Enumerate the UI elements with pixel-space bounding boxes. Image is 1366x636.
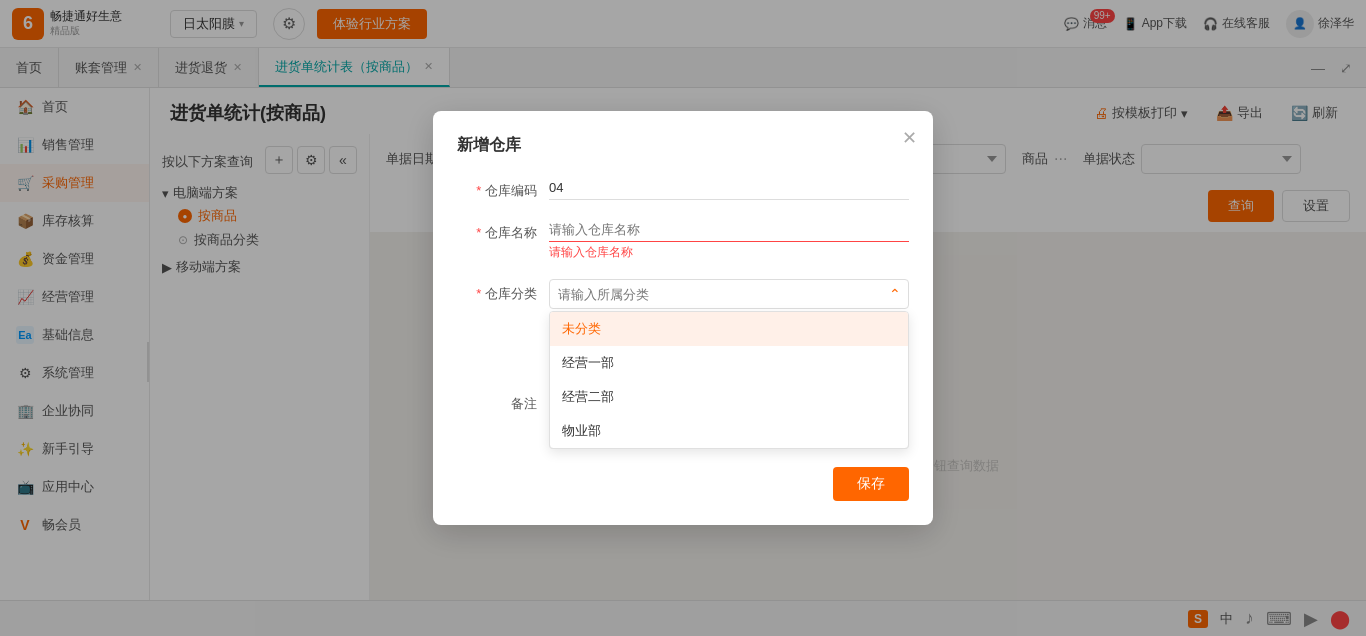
required-mark-3: * [476, 286, 481, 301]
warehouse-category-label: * 仓库分类 [457, 279, 537, 303]
required-mark: * [476, 183, 481, 198]
save-button[interactable]: 保存 [833, 467, 909, 501]
warehouse-name-label: * 仓库名称 [457, 218, 537, 242]
warehouse-category-input[interactable] [549, 279, 909, 309]
modal-title: 新增仓库 [457, 135, 909, 156]
warehouse-name-row: * 仓库名称 [457, 218, 909, 242]
dropdown-item-dept3[interactable]: 物业部 [550, 414, 908, 448]
modal-overlay: 新增仓库 ✕ * 仓库编码 * 仓库名称 请输入仓库名称 [0, 0, 1366, 636]
category-dropdown: 未分类 经营一部 经营二部 物业部 [549, 311, 909, 449]
required-mark-2: * [476, 225, 481, 240]
warehouse-code-input[interactable] [549, 176, 909, 200]
dropdown-item-unclassified[interactable]: 未分类 [550, 312, 908, 346]
warehouse-category-field: * 仓库分类 ⌃ 未分类 经营一部 经营二部 物业部 [457, 279, 909, 309]
warehouse-code-label: * 仓库编码 [457, 176, 537, 200]
warehouse-name-input[interactable] [549, 218, 909, 242]
warehouse-name-field: * 仓库名称 请输入仓库名称 [457, 218, 909, 261]
modal-footer: 保存 [457, 467, 909, 501]
dropdown-item-dept1[interactable]: 经营一部 [550, 346, 908, 380]
warehouse-name-error: 请输入仓库名称 [549, 244, 909, 261]
category-dropdown-arrow[interactable]: ⌃ [889, 286, 901, 302]
warehouse-category-wrap: ⌃ 未分类 经营一部 经营二部 物业部 [549, 279, 909, 309]
warehouse-code-row: * 仓库编码 [457, 176, 909, 200]
new-warehouse-modal: 新增仓库 ✕ * 仓库编码 * 仓库名称 请输入仓库名称 [433, 111, 933, 525]
remark-label: 备注 [457, 389, 537, 413]
warehouse-category-row: * 仓库分类 ⌃ 未分类 经营一部 经营二部 物业部 [457, 279, 909, 309]
modal-close-button[interactable]: ✕ [902, 127, 917, 149]
dropdown-item-dept2[interactable]: 经营二部 [550, 380, 908, 414]
warehouse-code-field: * 仓库编码 [457, 176, 909, 200]
